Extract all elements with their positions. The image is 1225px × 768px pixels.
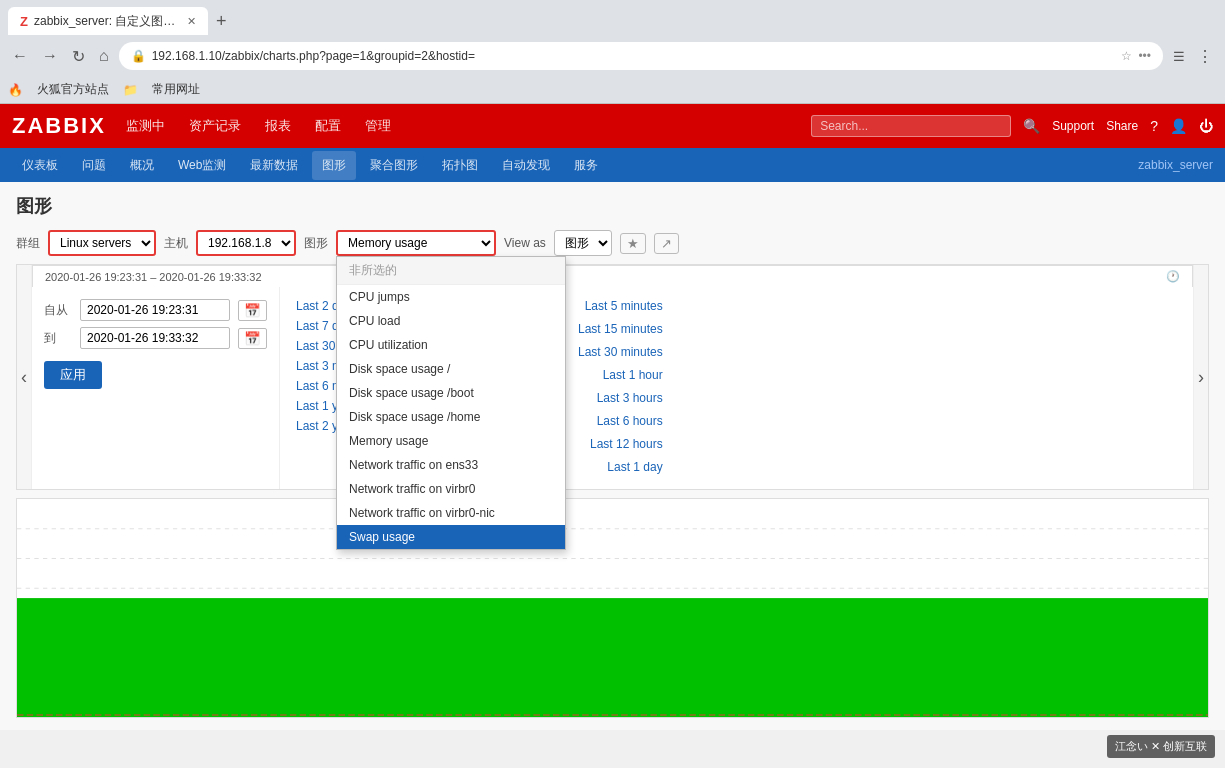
dropdown-item-cpu-util[interactable]: CPU utilization xyxy=(337,333,565,357)
bookmark-folder-icon: 📁 xyxy=(123,83,138,97)
filter-controls: 群组 Linux servers 主机 192.168.1.8 图形 Memor… xyxy=(16,230,1209,256)
extensions-button[interactable]: ☰ xyxy=(1169,45,1189,68)
refresh-button[interactable]: ↻ xyxy=(68,45,89,68)
to-date-input[interactable] xyxy=(80,327,230,349)
search-button[interactable]: 🔍 xyxy=(1023,118,1040,134)
dropdown-item-net-virbr0[interactable]: Network traffic on virbr0 xyxy=(337,477,565,501)
view-as-select[interactable]: 图形 xyxy=(554,230,612,256)
date-form: 自从 📅 到 📅 应用 xyxy=(32,287,280,489)
subnav-dashboard[interactable]: 仪表板 xyxy=(12,151,68,180)
subnav-right-username: zabbix_server xyxy=(1138,158,1213,172)
subnav-problems[interactable]: 问题 xyxy=(72,151,116,180)
topnav-item-config[interactable]: 配置 xyxy=(315,113,341,139)
clock-icon: 🕐 xyxy=(1166,270,1180,283)
back-button[interactable]: ← xyxy=(8,45,32,67)
subnav-web-monitor[interactable]: Web监测 xyxy=(168,151,236,180)
bookmark-firefox-icon: 🔥 xyxy=(8,83,23,97)
browser-tab[interactable]: Z zabbix_server: 自定义图表 ■ ✕ xyxy=(8,7,208,35)
favorite-button[interactable]: ★ xyxy=(620,233,646,254)
graph-select-wrapper: Memory usage 非所选的 CPU jumps CPU load CPU… xyxy=(336,230,496,256)
view-as-label: View as xyxy=(504,236,546,250)
home-button[interactable]: ⌂ xyxy=(95,45,113,67)
browser-menu-button[interactable]: ⋮ xyxy=(1193,45,1217,68)
dropdown-item-memory-usage[interactable]: Memory usage xyxy=(337,429,565,453)
to-label: 到 xyxy=(44,330,72,347)
new-tab-button[interactable]: + xyxy=(208,11,235,32)
dropdown-item-cpu-jumps[interactable]: CPU jumps xyxy=(337,285,565,309)
subnav-autodiscovery[interactable]: 自动发现 xyxy=(492,151,560,180)
more-options-icon[interactable]: ••• xyxy=(1138,49,1151,63)
page-title: 图形 xyxy=(16,194,1209,218)
dropdown-item-disk-root[interactable]: Disk space usage / xyxy=(337,357,565,381)
subnav-topology[interactable]: 拓扑图 xyxy=(432,151,488,180)
sub-navigation: 仪表板 问题 概况 Web监测 最新数据 图形 聚合图形 拓扑图 自动发现 服务… xyxy=(0,148,1225,182)
page-content: 图形 群组 Linux servers 主机 192.168.1.8 图形 Me… xyxy=(0,182,1225,730)
subnav-aggregate-graphs[interactable]: 聚合图形 xyxy=(360,151,428,180)
dates-area: 自从 📅 到 📅 应用 xyxy=(32,287,1193,489)
group-select[interactable]: Linux servers xyxy=(48,230,156,256)
time-range-bar: 2020-01-26 19:23:31 – 2020-01-26 19:33:3… xyxy=(32,265,1193,287)
subnav-latest-data[interactable]: 最新数据 xyxy=(240,151,308,180)
dropdown-item-disk-home[interactable]: Disk space usage /home xyxy=(337,405,565,429)
dropdown-header: 非所选的 xyxy=(337,257,565,285)
bookmark-star-icon[interactable]: ☆ xyxy=(1121,49,1132,63)
prev-page-button[interactable]: ‹ xyxy=(17,265,32,489)
top-navigation: ZABBIX 监测中 资产记录 报表 配置 管理 🔍 Support Share… xyxy=(0,104,1225,148)
support-link[interactable]: Support xyxy=(1052,119,1094,133)
topnav-item-admin[interactable]: 管理 xyxy=(365,113,391,139)
host-label: 主机 xyxy=(164,235,188,252)
tab-close-icon[interactable]: ✕ xyxy=(187,15,196,28)
top-search-input[interactable] xyxy=(811,115,1011,137)
top-nav-right: 🔍 Support Share ? 👤 ⏻ xyxy=(811,115,1213,137)
bookmark-common-sites[interactable]: 常用网址 xyxy=(146,79,206,100)
dropdown-item-net-ens33[interactable]: Network traffic on ens33 xyxy=(337,453,565,477)
subnav-services[interactable]: 服务 xyxy=(564,151,608,180)
help-icon[interactable]: ? xyxy=(1150,118,1158,134)
z-favicon-icon: Z xyxy=(20,14,28,29)
dropdown-item-net-virbr0-nic[interactable]: Network traffic on virbr0-nic xyxy=(337,501,565,525)
logout-icon[interactable]: ⏻ xyxy=(1199,118,1213,134)
dropdown-item-swap[interactable]: Swap usage xyxy=(337,525,565,549)
chart-area xyxy=(16,498,1209,718)
next-page-button[interactable]: › xyxy=(1193,265,1208,489)
share-link[interactable]: Share xyxy=(1106,119,1138,133)
graph-label: 图形 xyxy=(304,235,328,252)
topnav-item-reports[interactable]: 报表 xyxy=(265,113,291,139)
host-select[interactable]: 192.168.1.8 xyxy=(196,230,296,256)
group-label: 群组 xyxy=(16,235,40,252)
dropdown-item-disk-boot[interactable]: Disk space usage /boot xyxy=(337,381,565,405)
address-text: 192.168.1.10/zabbix/charts.php?page=1&gr… xyxy=(152,49,1116,63)
topnav-item-assets[interactable]: 资产记录 xyxy=(189,113,241,139)
user-icon[interactable]: 👤 xyxy=(1170,118,1187,134)
address-bar: 🔒 192.168.1.10/zabbix/charts.php?page=1&… xyxy=(119,42,1163,70)
to-calendar-button[interactable]: 📅 xyxy=(238,328,267,349)
dropdown-item-cpu-load[interactable]: CPU load xyxy=(337,309,565,333)
expand-button[interactable]: ↗ xyxy=(654,233,679,254)
topnav-item-monitor[interactable]: 监测中 xyxy=(126,113,165,139)
chart-svg xyxy=(17,499,1208,717)
from-label: 自从 xyxy=(44,302,72,319)
tab-title: zabbix_server: 自定义图表 ■ xyxy=(34,13,177,30)
from-date-input[interactable] xyxy=(80,299,230,321)
forward-button[interactable]: → xyxy=(38,45,62,67)
subnav-overview[interactable]: 概况 xyxy=(120,151,164,180)
graph-select[interactable]: Memory usage xyxy=(336,230,496,256)
zabbix-logo: ZABBIX xyxy=(12,113,106,139)
bookmark-firefox-sites[interactable]: 火狐官方站点 xyxy=(31,79,115,100)
svg-rect-6 xyxy=(17,598,1208,717)
subnav-graphs[interactable]: 图形 xyxy=(312,151,356,180)
from-calendar-button[interactable]: 📅 xyxy=(238,300,267,321)
apply-button[interactable]: 应用 xyxy=(44,361,102,389)
top-nav-items: 监测中 资产记录 报表 配置 管理 xyxy=(126,113,791,139)
graph-dropdown: 非所选的 CPU jumps CPU load CPU utilization … xyxy=(336,256,566,550)
time-range-text: 2020-01-26 19:23:31 – 2020-01-26 19:33:3… xyxy=(45,271,262,283)
